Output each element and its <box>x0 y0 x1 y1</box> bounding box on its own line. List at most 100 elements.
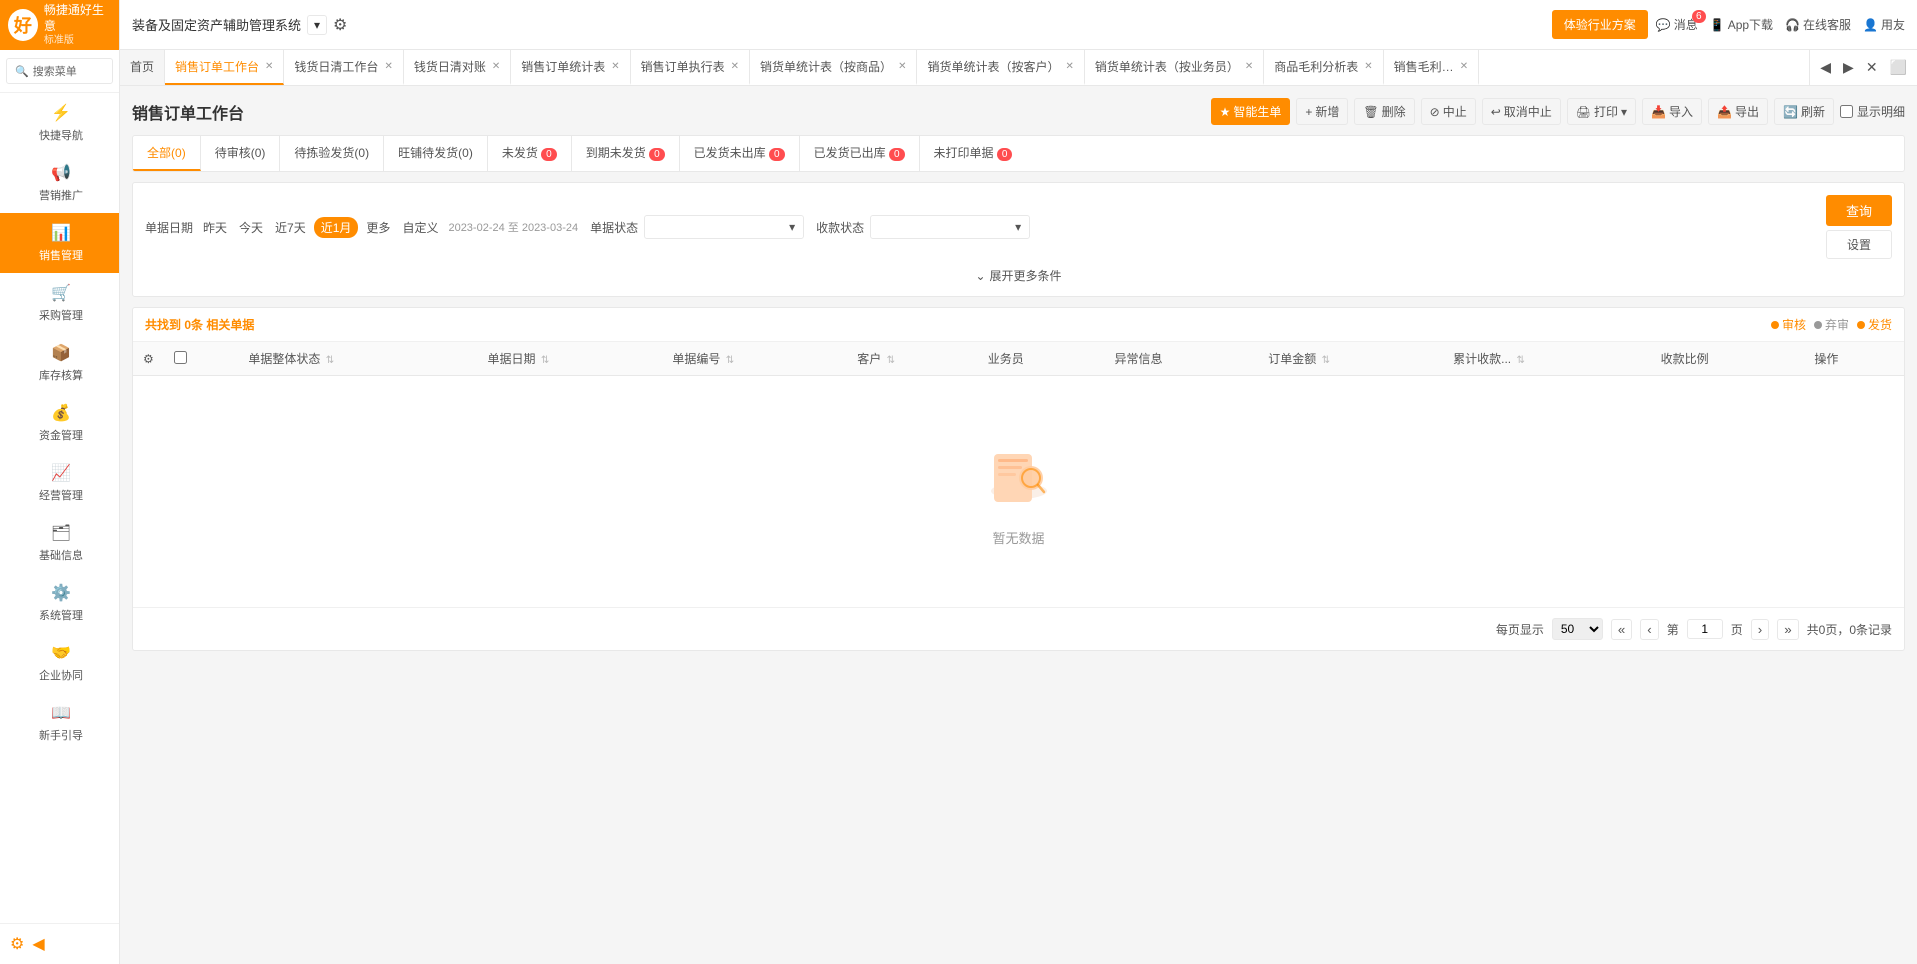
next-page-button[interactable]: › <box>1751 619 1769 640</box>
cancel-review-button[interactable]: 弃审 <box>1814 316 1849 333</box>
date-yesterday-btn[interactable]: 昨天 <box>199 217 231 238</box>
tab-close-sales-gross[interactable]: ✕ <box>1460 61 1468 72</box>
first-page-button[interactable]: « <box>1611 619 1632 640</box>
sidebar-nav-cooperation[interactable]: 🤝 企业协同 <box>0 633 119 693</box>
filter-tab-wangpu[interactable]: 旺铺待发货(0) <box>384 136 488 171</box>
tab-sales-gross[interactable]: 销售毛利… ✕ <box>1384 50 1479 85</box>
solution-button[interactable]: 体验行业方案 <box>1552 10 1648 39</box>
new-button[interactable]: + 新增 <box>1296 98 1348 125</box>
tab-sales-customer[interactable]: 销货单统计表（按客户） ✕ <box>917 50 1084 85</box>
review-button[interactable]: 审核 <box>1771 316 1806 333</box>
filter-tab-pending-pick[interactable]: 待拣验发货(0) <box>280 136 384 171</box>
tab-sales-product[interactable]: 销货单统计表（按商品） ✕ <box>750 50 917 85</box>
status-select[interactable]: ▾ <box>644 215 804 239</box>
tab-sales-execute[interactable]: 销售订单执行表 ✕ <box>631 50 750 85</box>
last-page-button[interactable]: » <box>1777 619 1798 640</box>
tab-scroll-right[interactable]: ▶ <box>1839 57 1858 78</box>
tab-close-all[interactable]: ✕ <box>1862 57 1882 78</box>
date-7days-btn[interactable]: 近7天 <box>271 217 310 238</box>
th-overall-status[interactable]: 单据整体状态 ⇅ <box>238 342 477 376</box>
sidebar-nav-system[interactable]: ⚙️ 系统管理 <box>0 573 119 633</box>
sidebar-nav-inventory[interactable]: 📦 库存核算 <box>0 333 119 393</box>
sidebar-nav-marketing[interactable]: 📢 营销推广 <box>0 153 119 213</box>
tab-sales-salesman[interactable]: 销货单统计表（按业务员） ✕ <box>1085 50 1264 85</box>
filter-tab-shipped-out[interactable]: 已发货已出库 0 <box>800 136 920 171</box>
user-action[interactable]: 👤 用友 <box>1863 16 1905 33</box>
shipped-out-badge: 0 <box>889 148 905 161</box>
sidebar-settings-button[interactable]: ⚙ <box>10 934 24 954</box>
tab-gross-profit[interactable]: 商品毛利分析表 ✕ <box>1264 50 1383 85</box>
show-detail-checkbox-label[interactable]: 显示明细 <box>1840 103 1905 120</box>
unshipped-badge: 0 <box>541 148 557 161</box>
th-cumulative[interactable]: 累计收款... ⇅ <box>1443 342 1650 376</box>
table-scroll-container[interactable]: ⚙ 单据整体状态 ⇅ 单据日期 ⇅ <box>133 342 1904 607</box>
query-button[interactable]: 查询 <box>1826 195 1892 226</box>
filter-tab-unprinted[interactable]: 未打印单据 0 <box>920 136 1027 171</box>
sidebar-nav-sales[interactable]: 📊 销售管理 <box>0 213 119 273</box>
sidebar-search-area[interactable]: 🔍 搜索菜单 <box>0 50 119 93</box>
th-date[interactable]: 单据日期 ⇅ <box>478 342 663 376</box>
page-size-select[interactable]: 50 20 100 <box>1552 618 1603 640</box>
message-action[interactable]: 💬 消息 6 <box>1656 16 1698 33</box>
tab-maximize[interactable]: ⬜ <box>1886 57 1911 78</box>
tab-sales-stats[interactable]: 销售订单统计表 ✕ <box>511 50 630 85</box>
tab-scroll-left[interactable]: ◀ <box>1816 57 1835 78</box>
logo-icon: 好 <box>8 9 38 41</box>
tab-close-gross-profit[interactable]: ✕ <box>1364 61 1372 72</box>
tab-daily-clear[interactable]: 钱货日清工作台 ✕ <box>284 50 403 85</box>
sidebar-nav-quick[interactable]: ⚡ 快捷导航 <box>0 93 119 153</box>
sidebar-nav-operation[interactable]: 📈 经营管理 <box>0 453 119 513</box>
print-button[interactable]: 🖨 打印 ▾ <box>1567 98 1636 125</box>
tab-sales-order[interactable]: 销售订单工作台 ✕ <box>165 50 284 85</box>
column-settings-icon[interactable]: ⚙ <box>143 352 154 366</box>
export-button[interactable]: 📤 导出 <box>1708 98 1768 125</box>
system-dropdown[interactable]: ▾ <box>307 15 327 35</box>
prev-page-button[interactable]: ‹ <box>1640 619 1658 640</box>
tab-home[interactable]: 首页 <box>120 50 165 85</box>
sidebar-nav-finance[interactable]: 💰 资金管理 <box>0 393 119 453</box>
sidebar-collapse-button[interactable]: ◀ <box>32 934 44 954</box>
sidebar-nav-purchase[interactable]: 🛒 采购管理 <box>0 273 119 333</box>
stop-button[interactable]: ⊘ 中止 <box>1421 98 1476 125</box>
smart-create-button[interactable]: ★ 智能生单 <box>1211 98 1291 125</box>
date-1month-btn[interactable]: 近1月 <box>314 217 359 238</box>
th-amount[interactable]: 订单金额 ⇅ <box>1258 342 1443 376</box>
import-button[interactable]: 📥 导入 <box>1642 98 1702 125</box>
tab-close-sales-stats[interactable]: ✕ <box>611 61 619 72</box>
tab-close-sales-execute[interactable]: ✕ <box>731 61 739 72</box>
filter-tab-overdue[interactable]: 到期未发货 0 <box>572 136 680 171</box>
topbar-gear-icon[interactable]: ⚙ <box>333 15 347 35</box>
tab-close-daily-reconcile[interactable]: ✕ <box>492 61 500 72</box>
filter-tab-shipped-not-out[interactable]: 已发货未出库 0 <box>680 136 800 171</box>
select-all-checkbox[interactable] <box>174 351 187 364</box>
tab-daily-reconcile[interactable]: 钱货日清对账 ✕ <box>404 50 511 85</box>
date-custom-btn[interactable]: 自定义 <box>398 217 442 238</box>
payment-select[interactable]: ▾ <box>870 215 1030 239</box>
filter-tab-all[interactable]: 全部(0) <box>133 136 201 171</box>
search-menu-button[interactable]: 🔍 搜索菜单 <box>6 58 113 84</box>
refresh-button[interactable]: 🔄 刷新 <box>1774 98 1834 125</box>
delete-button[interactable]: 🗑 删除 <box>1354 98 1414 125</box>
show-detail-checkbox[interactable] <box>1840 105 1853 118</box>
th-customer[interactable]: 客户 ⇅ <box>847 342 978 376</box>
sidebar-nav-basic[interactable]: 🗂 基础信息 <box>0 513 119 573</box>
tab-close-sales-product[interactable]: ✕ <box>898 61 906 72</box>
tab-close-sales-order[interactable]: ✕ <box>265 61 273 72</box>
sidebar-nav-guide[interactable]: 📖 新手引导 <box>0 693 119 753</box>
tab-close-sales-salesman[interactable]: ✕ <box>1245 61 1253 72</box>
date-today-btn[interactable]: 今天 <box>235 217 267 238</box>
search-setting-button[interactable]: 设置 <box>1826 230 1892 259</box>
date-more-btn[interactable]: 更多 <box>362 217 394 238</box>
cancel-stop-button[interactable]: ↩ 取消中止 <box>1482 98 1561 125</box>
page-number-input[interactable] <box>1687 619 1723 639</box>
expand-more-button[interactable]: ⌄ 展开更多条件 <box>975 267 1061 284</box>
th-number[interactable]: 单据编号 ⇅ <box>662 342 847 376</box>
tab-close-sales-customer[interactable]: ✕ <box>1065 61 1073 72</box>
ship-button[interactable]: 发货 <box>1857 316 1892 333</box>
online-service-action[interactable]: 🎧 在线客服 <box>1785 16 1851 33</box>
filter-tab-unshipped[interactable]: 未发货 0 <box>488 136 572 171</box>
page-title: 销售订单工作台 <box>132 100 244 124</box>
tab-close-daily-clear[interactable]: ✕ <box>384 61 392 72</box>
app-download-action[interactable]: 📱 App下载 <box>1710 16 1773 33</box>
filter-tab-pending-review[interactable]: 待审核(0) <box>201 136 281 171</box>
